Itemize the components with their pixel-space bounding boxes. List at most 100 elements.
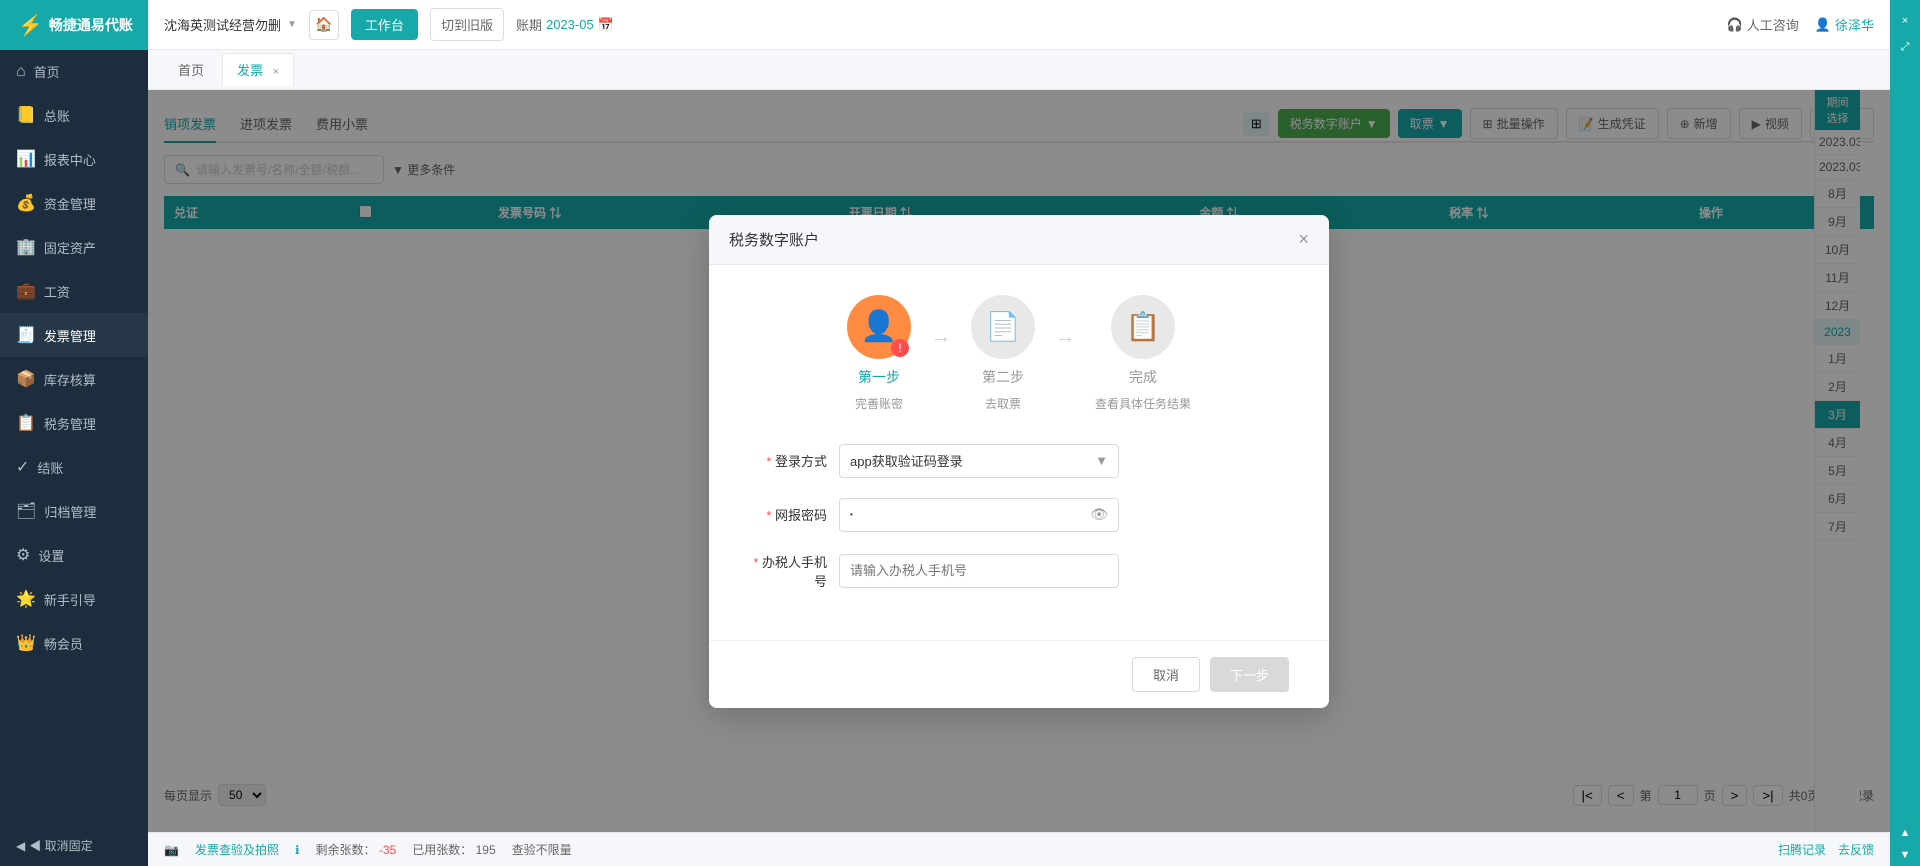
logo-text: 畅捷通易代账 (49, 15, 133, 35)
step1-user-icon: 👤 (860, 309, 897, 344)
phone-input[interactable] (839, 554, 1119, 588)
used-label: 已用张数： 195 (412, 841, 495, 858)
home-icon: ⌂ (16, 63, 26, 81)
invoice-icon: 🧾 (16, 325, 36, 345)
remaining-value: -35 (379, 843, 396, 857)
feedback-link[interactable]: 去反馈 (1838, 841, 1874, 858)
unpin-button[interactable]: ◀ ◀ 取消固定 (0, 825, 148, 866)
tab-close-icon[interactable]: × (273, 66, 279, 78)
step-arrow-1: → (911, 326, 971, 349)
company-name: 沈海英测试经营勿删 (164, 15, 281, 34)
company-selector[interactable]: 沈海英测试经营勿删 ▼ (164, 15, 297, 34)
period-label: 账期 (516, 15, 542, 34)
badge-exclamation: ! (898, 341, 901, 355)
sidebar-item-home[interactable]: ⌂ 首页 (0, 50, 148, 93)
right-panel-up[interactable]: ▲ (1894, 822, 1916, 844)
sidebar-label: 报表中心 (44, 150, 96, 169)
step-arrow-2: → (1035, 326, 1095, 349)
right-panel-down[interactable]: ▼ (1894, 844, 1916, 866)
phone-label: 办税人手机号 (749, 552, 839, 590)
sidebar-label: 设置 (38, 546, 64, 565)
settlement-icon: ✓ (16, 457, 29, 477)
sidebar-label: 固定资产 (44, 238, 96, 257)
topbar: 沈海英测试经营勿删 ▼ 🏠 工作台 切到旧版 账期 2023-05 📅 🎧 人工… (148, 0, 1890, 50)
remaining-text: 剩余张数： (316, 843, 376, 857)
sidebar-item-ledger[interactable]: 📒 总账 (0, 93, 148, 137)
scan-records-link[interactable]: 扫腾记录 (1778, 841, 1826, 858)
sidebar-item-invoice[interactable]: 🧾 发票管理 (0, 313, 148, 357)
right-side-panel: × ⤢ ▲ ▼ (1890, 0, 1920, 866)
sidebar-item-guide[interactable]: 🌟 新手引导 (0, 577, 148, 621)
sidebar-item-archive[interactable]: 🗂 归档管理 (0, 489, 148, 533)
sidebar-item-payroll[interactable]: 💼 工资 (0, 269, 148, 313)
sidebar-item-tax[interactable]: 📋 税务管理 (0, 401, 148, 445)
modal-footer: 取消 下一步 (709, 640, 1329, 708)
sidebar-item-fixed[interactable]: 🏢 固定资产 (0, 225, 148, 269)
company-icon-button[interactable]: 🏠 (309, 10, 339, 40)
building-icon: 🏠 (315, 16, 332, 33)
cancel-button[interactable]: 取消 (1132, 657, 1200, 692)
content-area: 销项发票 进项发票 费用小票 ⊞ 税务数字账户 ▼ (148, 90, 1890, 832)
step1-icon: 👤 ! (847, 295, 911, 359)
switch-old-button[interactable]: 切到旧版 (430, 8, 504, 41)
sidebar-item-member[interactable]: 👑 畅会员 (0, 621, 148, 665)
step3-desc: 查看具体任务结果 (1095, 395, 1191, 412)
sidebar-label: 库存核算 (44, 370, 96, 389)
main-area: 沈海英测试经营勿删 ▼ 🏠 工作台 切到旧版 账期 2023-05 📅 🎧 人工… (148, 0, 1890, 866)
sidebar: ⚡ 畅捷通易代账 ⌂ 首页 📒 总账 📊 报表中心 💰 资金管理 🏢 固定资产 … (0, 0, 148, 866)
modal-overlay: 税务数字账户 × 👤 ! (148, 90, 1890, 832)
sidebar-item-settings[interactable]: ⚙ 设置 (0, 533, 148, 577)
next-button[interactable]: 下一步 (1210, 657, 1289, 692)
modal-body: 👤 ! 第一步 完善账密 → (709, 265, 1329, 640)
step3-icon: 📋 (1111, 295, 1175, 359)
sidebar-label: 归档管理 (44, 502, 96, 521)
password-dots: • (850, 510, 855, 519)
right-panel-expand[interactable]: ⤢ (1894, 36, 1916, 58)
sidebar-item-report[interactable]: 📊 报表中心 (0, 137, 148, 181)
sidebar-label: 畅会员 (44, 634, 83, 653)
user-menu[interactable]: 👤 徐泽华 (1815, 15, 1874, 34)
step3-label: 完成 (1129, 367, 1157, 387)
topbar-right: 🎧 人工咨询 👤 徐泽华 (1727, 15, 1874, 34)
step1-label: 第一步 (858, 367, 900, 387)
calendar-icon[interactable]: 📅 (598, 17, 614, 33)
check-invoice-link[interactable]: 发票查验及拍照 (195, 841, 279, 858)
right-panel-close[interactable]: × (1894, 10, 1916, 32)
archive-icon: 🗂 (16, 501, 36, 521)
step2-icon: 📄 (971, 295, 1035, 359)
step-3: 📋 完成 查看具体任务结果 (1095, 295, 1191, 412)
service-label: 人工咨询 (1747, 15, 1799, 34)
password-row: 网报密码 • 👁 (749, 498, 1289, 532)
sidebar-item-assets[interactable]: 💰 资金管理 (0, 181, 148, 225)
app-logo: ⚡ 畅捷通易代账 (0, 0, 148, 50)
member-icon: 👑 (16, 633, 36, 653)
user-avatar-icon: 👤 (1815, 17, 1831, 33)
tax-account-modal: 税务数字账户 × 👤 ! (709, 215, 1329, 708)
login-method-select[interactable]: app获取验证码登录 ▼ (839, 444, 1119, 478)
step2-label: 第二步 (982, 367, 1024, 387)
tab-invoice[interactable]: 发票 × (222, 53, 294, 86)
steps-indicator: 👤 ! 第一步 完善账密 → (749, 295, 1289, 412)
modal-close-button[interactable]: × (1298, 229, 1309, 250)
eye-icon[interactable]: 👁 (1090, 506, 1108, 523)
check-invoice-icon: 📷 (164, 843, 179, 857)
sidebar-item-inventory[interactable]: 📦 库存核算 (0, 357, 148, 401)
settings-icon: ⚙ (16, 545, 30, 565)
service-button[interactable]: 🎧 人工咨询 (1727, 15, 1799, 34)
tab-home[interactable]: 首页 (164, 54, 218, 85)
sidebar-label: 工资 (44, 282, 70, 301)
sidebar-label: 结账 (37, 458, 63, 477)
phone-row: 办税人手机号 (749, 552, 1289, 590)
sidebar-item-settlement[interactable]: ✓ 结账 (0, 445, 148, 489)
remaining-label: 剩余张数： -35 (316, 841, 397, 858)
query-label: 查验不限量 (512, 841, 572, 858)
login-method-row: 登录方式 app获取验证码登录 ▼ (749, 444, 1289, 478)
report-icon: 📊 (16, 149, 36, 169)
fixed-icon: 🏢 (16, 237, 36, 257)
workbench-button[interactable]: 工作台 (351, 9, 418, 40)
password-field[interactable]: • 👁 (839, 498, 1119, 532)
tax-icon: 📋 (16, 413, 36, 433)
step2-doc-icon: 📄 (986, 310, 1021, 343)
bottom-bar: 📷 发票查验及拍照 ℹ 剩余张数： -35 已用张数： 195 查验不限量 扫腾… (148, 832, 1890, 866)
chevron-down-icon: ▼ (287, 19, 297, 30)
